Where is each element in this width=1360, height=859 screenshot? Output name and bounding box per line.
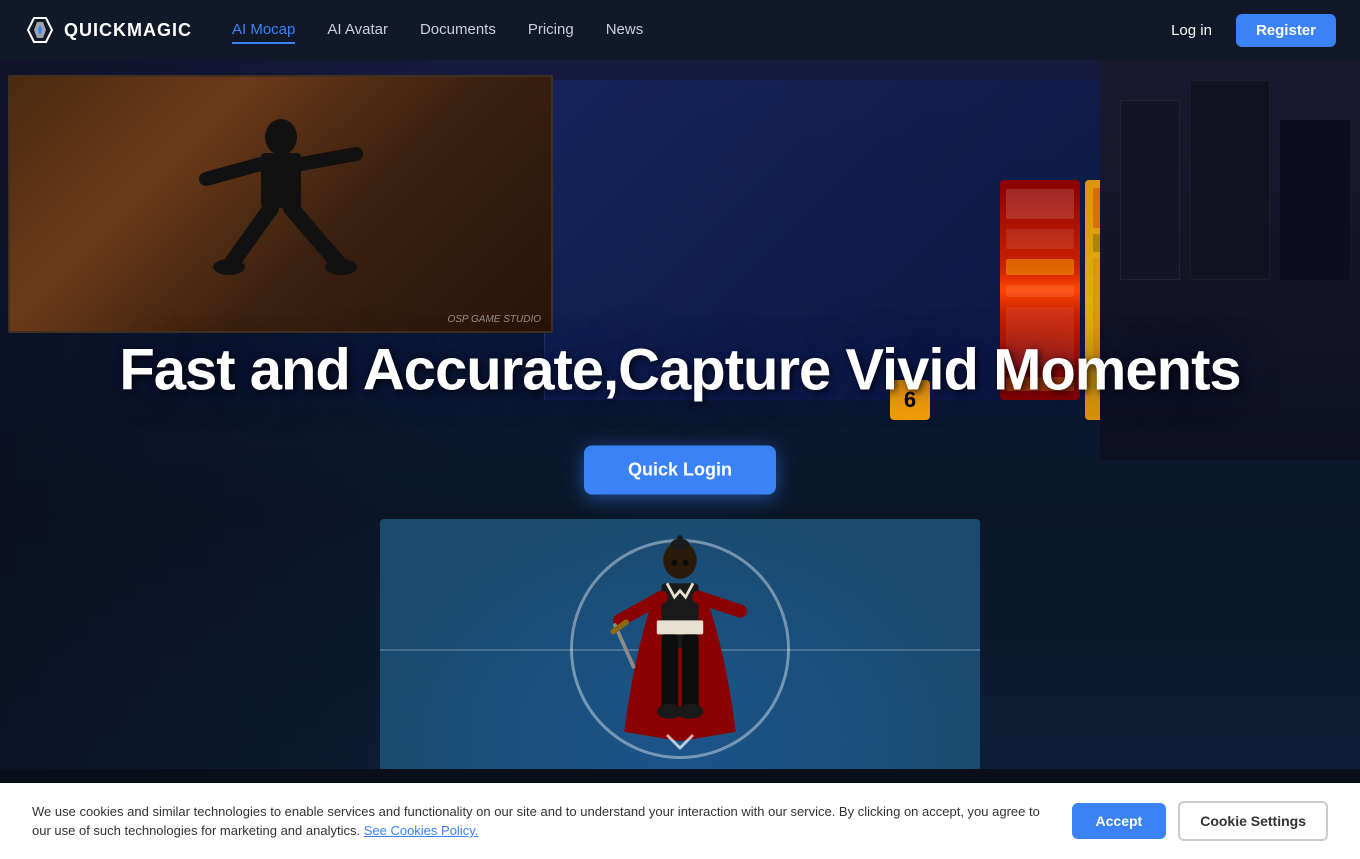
cookie-text-content: We use cookies and similar technologies … (32, 804, 1040, 839)
cookie-banner: We use cookies and similar technologies … (0, 783, 1360, 859)
login-button[interactable]: Log in (1159, 16, 1224, 45)
video-preview: OSP GAME STUDIO (8, 75, 553, 333)
cookie-actions: Accept Cookie Settings (1072, 801, 1328, 841)
hero-section: LABEL CITY (0, 0, 1360, 859)
video-preview-inner: OSP GAME STUDIO (10, 77, 551, 331)
logo-text: QuickMagic (64, 20, 192, 41)
martial-artist-figure (181, 109, 381, 299)
hero-cta-container: Quick Login (584, 445, 776, 494)
nav-ai-avatar[interactable]: AI Avatar (327, 17, 388, 44)
register-button[interactable]: Register (1236, 14, 1336, 47)
nav-actions: Log in Register (1159, 14, 1336, 47)
accept-button[interactable]: Accept (1072, 803, 1167, 839)
scroll-chevron-icon (666, 732, 694, 752)
logo-icon (24, 14, 56, 46)
nav-ai-mocap[interactable]: AI Mocap (232, 17, 295, 44)
logo[interactable]: QuickMagic (24, 14, 192, 46)
hero-headline: Fast and Accurate,Capture Vivid Moments (119, 336, 1240, 403)
samurai-svg (600, 509, 760, 769)
nav-documents[interactable]: Documents (420, 17, 496, 44)
quick-login-button[interactable]: Quick Login (584, 445, 776, 494)
cookie-text: We use cookies and similar technologies … (32, 802, 1048, 841)
cookie-settings-button[interactable]: Cookie Settings (1178, 801, 1328, 841)
nav-pricing[interactable]: Pricing (528, 17, 574, 44)
navbar: QuickMagic AI Mocap AI Avatar Documents … (0, 0, 1360, 60)
nav-news[interactable]: News (606, 17, 644, 44)
samurai-character (580, 469, 780, 769)
scroll-indicator[interactable] (666, 731, 694, 759)
nav-links: AI Mocap AI Avatar Documents Pricing New… (232, 17, 1159, 44)
cookie-policy-link[interactable]: See Cookies Policy. (364, 823, 479, 838)
video-watermark: OSP GAME STUDIO (447, 314, 541, 325)
